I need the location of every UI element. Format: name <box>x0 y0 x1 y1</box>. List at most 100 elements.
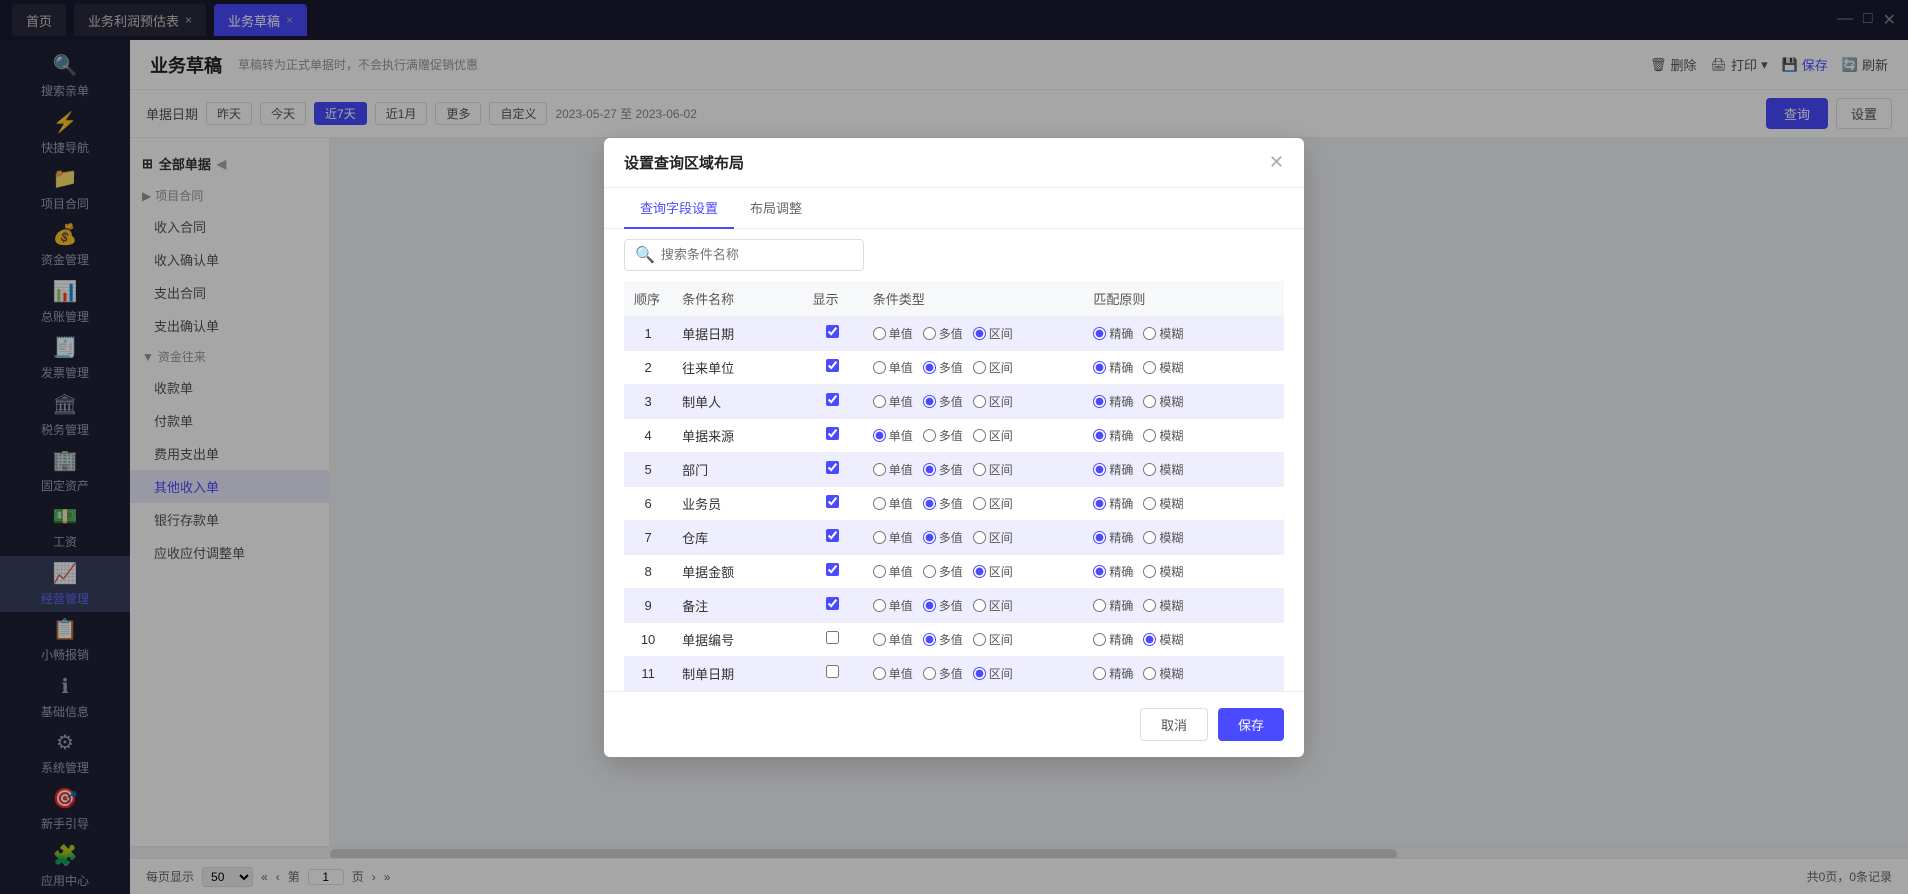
match-radio-label-exact[interactable]: 精确 <box>1093 359 1133 376</box>
type-radio-multi[interactable] <box>923 429 936 442</box>
type-radio-label-single[interactable]: 单值 <box>873 529 913 546</box>
type-radio-label-multi[interactable]: 多值 <box>923 359 963 376</box>
match-radio-label-exact[interactable]: 精确 <box>1093 495 1133 512</box>
type-radio-label-multi[interactable]: 多值 <box>923 495 963 512</box>
type-radio-label-multi[interactable]: 多值 <box>923 665 963 682</box>
type-radio-multi[interactable] <box>923 599 936 612</box>
type-radio-label-single[interactable]: 单值 <box>873 461 913 478</box>
type-radio-label-multi[interactable]: 多值 <box>923 427 963 444</box>
match-radio-label-exact[interactable]: 精确 <box>1093 529 1133 546</box>
show-checkbox[interactable] <box>826 529 839 542</box>
match-radio-label-fuzzy[interactable]: 模糊 <box>1143 665 1183 682</box>
match-radio-fuzzy[interactable] <box>1143 463 1156 476</box>
type-radio-single[interactable] <box>873 599 886 612</box>
match-radio-label-fuzzy[interactable]: 模糊 <box>1143 393 1183 410</box>
match-radio-label-fuzzy[interactable]: 模糊 <box>1143 461 1183 478</box>
modal-tab-layout[interactable]: 布局调整 <box>734 188 818 229</box>
type-radio-single[interactable] <box>873 327 886 340</box>
type-radio-single[interactable] <box>873 429 886 442</box>
match-radio-label-exact[interactable]: 精确 <box>1093 597 1133 614</box>
type-radio-label-single[interactable]: 单值 <box>873 359 913 376</box>
modal-close-btn[interactable]: ✕ <box>1269 152 1284 173</box>
match-radio-fuzzy[interactable] <box>1143 429 1156 442</box>
type-radio-label-multi[interactable]: 多值 <box>923 393 963 410</box>
type-radio-label-single[interactable]: 单值 <box>873 665 913 682</box>
type-radio-label-single[interactable]: 单值 <box>873 631 913 648</box>
match-radio-label-exact[interactable]: 精确 <box>1093 563 1133 580</box>
type-radio-label-single[interactable]: 单值 <box>873 495 913 512</box>
match-radio-label-fuzzy[interactable]: 模糊 <box>1143 597 1183 614</box>
match-radio-fuzzy[interactable] <box>1143 361 1156 374</box>
type-radio-multi[interactable] <box>923 497 936 510</box>
type-radio-label-multi[interactable]: 多值 <box>923 529 963 546</box>
type-radio-multi[interactable] <box>923 395 936 408</box>
match-radio-exact[interactable] <box>1093 565 1106 578</box>
type-radio-range[interactable] <box>973 463 986 476</box>
type-radio-label-range[interactable]: 区间 <box>973 495 1013 512</box>
show-checkbox[interactable] <box>826 359 839 372</box>
type-radio-range[interactable] <box>973 667 986 680</box>
match-radio-exact[interactable] <box>1093 667 1106 680</box>
type-radio-label-single[interactable]: 单值 <box>873 393 913 410</box>
type-radio-single[interactable] <box>873 531 886 544</box>
match-radio-fuzzy[interactable] <box>1143 565 1156 578</box>
type-radio-range[interactable] <box>973 497 986 510</box>
match-radio-label-exact[interactable]: 精确 <box>1093 665 1133 682</box>
match-radio-fuzzy[interactable] <box>1143 395 1156 408</box>
type-radio-single[interactable] <box>873 361 886 374</box>
type-radio-label-single[interactable]: 单值 <box>873 325 913 342</box>
show-checkbox[interactable] <box>826 597 839 610</box>
type-radio-range[interactable] <box>973 395 986 408</box>
type-radio-label-single[interactable]: 单值 <box>873 563 913 580</box>
match-radio-label-fuzzy[interactable]: 模糊 <box>1143 427 1183 444</box>
type-radio-label-range[interactable]: 区间 <box>973 631 1013 648</box>
type-radio-single[interactable] <box>873 463 886 476</box>
match-radio-fuzzy[interactable] <box>1143 531 1156 544</box>
show-checkbox[interactable] <box>826 325 839 338</box>
type-radio-label-range[interactable]: 区间 <box>973 427 1013 444</box>
type-radio-single[interactable] <box>873 395 886 408</box>
match-radio-label-fuzzy[interactable]: 模糊 <box>1143 495 1183 512</box>
match-radio-label-exact[interactable]: 精确 <box>1093 427 1133 444</box>
match-radio-exact[interactable] <box>1093 531 1106 544</box>
show-checkbox[interactable] <box>826 665 839 678</box>
type-radio-range[interactable] <box>973 327 986 340</box>
type-radio-label-single[interactable]: 单值 <box>873 597 913 614</box>
show-checkbox[interactable] <box>826 393 839 406</box>
type-radio-label-multi[interactable]: 多值 <box>923 631 963 648</box>
cancel-button[interactable]: 取消 <box>1140 708 1208 741</box>
type-radio-range[interactable] <box>973 599 986 612</box>
type-radio-single[interactable] <box>873 667 886 680</box>
match-radio-fuzzy[interactable] <box>1143 633 1156 646</box>
match-radio-fuzzy[interactable] <box>1143 497 1156 510</box>
type-radio-label-multi[interactable]: 多值 <box>923 597 963 614</box>
show-checkbox[interactable] <box>826 427 839 440</box>
show-checkbox[interactable] <box>826 631 839 644</box>
type-radio-single[interactable] <box>873 565 886 578</box>
type-radio-label-range[interactable]: 区间 <box>973 529 1013 546</box>
type-radio-label-range[interactable]: 区间 <box>973 325 1013 342</box>
match-radio-fuzzy[interactable] <box>1143 599 1156 612</box>
match-radio-exact[interactable] <box>1093 429 1106 442</box>
match-radio-label-fuzzy[interactable]: 模糊 <box>1143 563 1183 580</box>
modal-tab-fields[interactable]: 查询字段设置 <box>624 188 734 229</box>
type-radio-label-range[interactable]: 区间 <box>973 563 1013 580</box>
match-radio-label-exact[interactable]: 精确 <box>1093 325 1133 342</box>
type-radio-label-range[interactable]: 区间 <box>973 665 1013 682</box>
match-radio-fuzzy[interactable] <box>1143 667 1156 680</box>
type-radio-label-single[interactable]: 单值 <box>873 427 913 444</box>
show-checkbox[interactable] <box>826 461 839 474</box>
type-radio-range[interactable] <box>973 565 986 578</box>
type-radio-multi[interactable] <box>923 463 936 476</box>
type-radio-range[interactable] <box>973 531 986 544</box>
match-radio-label-fuzzy[interactable]: 模糊 <box>1143 359 1183 376</box>
match-radio-exact[interactable] <box>1093 497 1106 510</box>
match-radio-exact[interactable] <box>1093 633 1106 646</box>
match-radio-exact[interactable] <box>1093 599 1106 612</box>
match-radio-exact[interactable] <box>1093 463 1106 476</box>
save-button[interactable]: 保存 <box>1218 708 1284 741</box>
match-radio-label-exact[interactable]: 精确 <box>1093 393 1133 410</box>
show-checkbox[interactable] <box>826 563 839 576</box>
type-radio-label-multi[interactable]: 多值 <box>923 563 963 580</box>
match-radio-label-fuzzy[interactable]: 模糊 <box>1143 631 1183 648</box>
